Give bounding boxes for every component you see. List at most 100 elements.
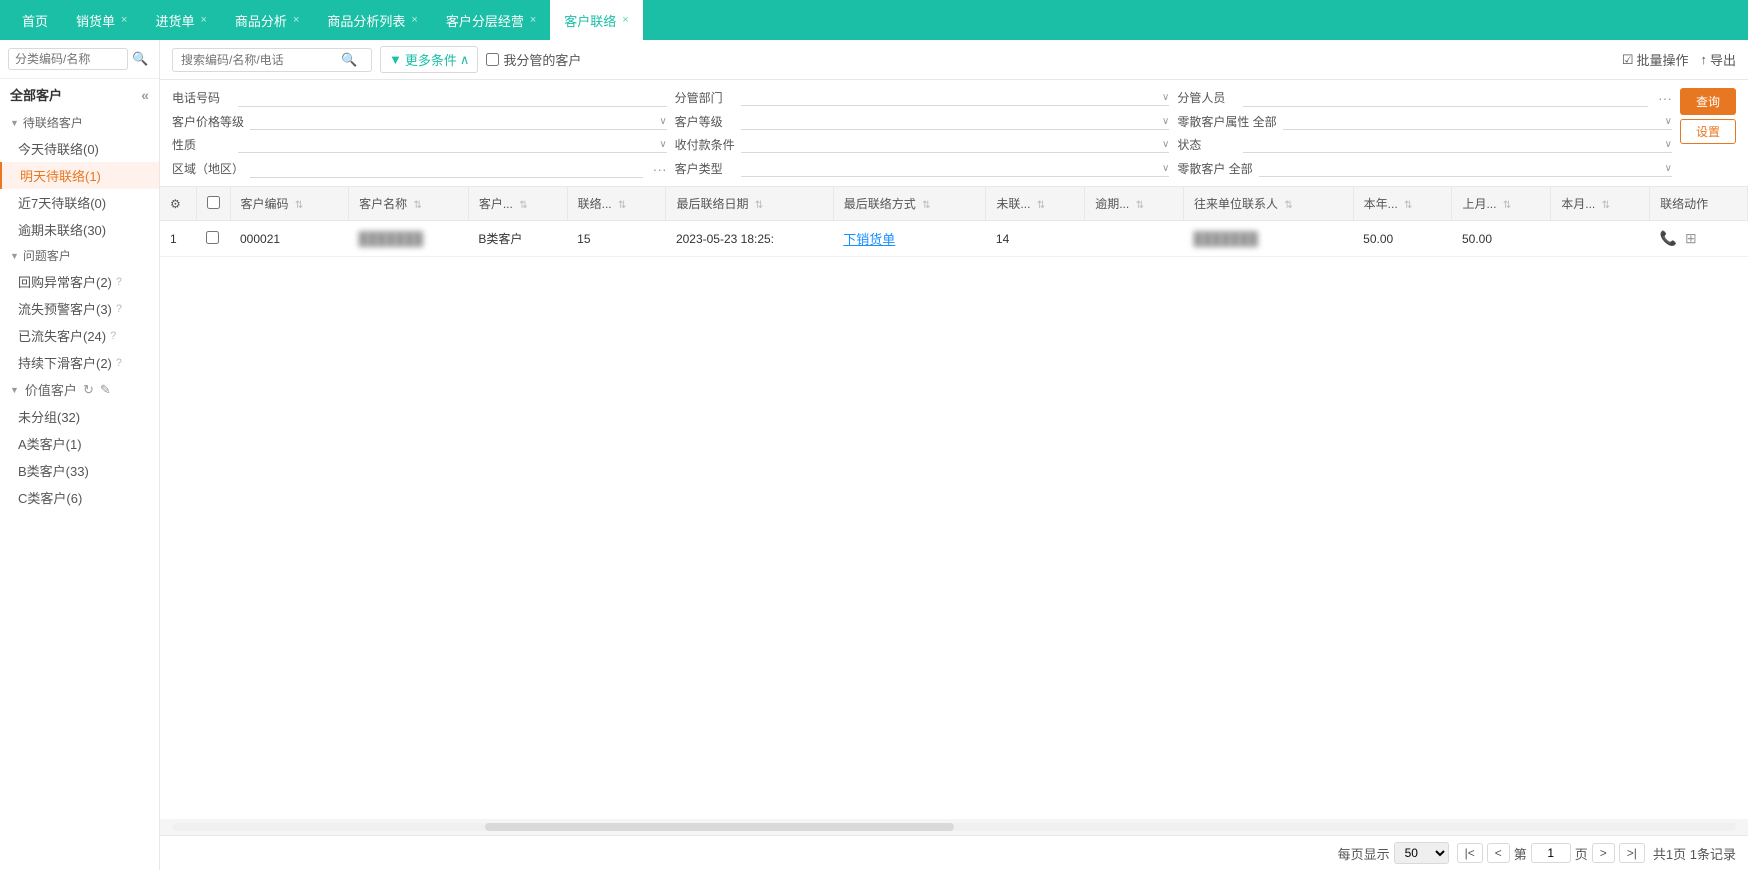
col-last-date[interactable]: 最后联络日期 ⇅ — [666, 187, 833, 221]
cell-uncontacted: 14 — [986, 221, 1085, 257]
close-icon[interactable]: × — [121, 14, 127, 26]
filter-retail-customer: 零散客户 全部 ∨ — [1177, 160, 1672, 177]
cell-this-year: 50.00 — [1353, 221, 1452, 257]
cell-actions: 📞 ⊞ — [1650, 221, 1748, 257]
col-last-month[interactable]: 上月... ⇅ — [1452, 187, 1551, 221]
grid-icon[interactable]: ⊞ — [1685, 230, 1697, 247]
col-type[interactable]: 客户... ⇅ — [468, 187, 567, 221]
sidebar-item-tomorrow-contact[interactable]: 明天待联络(1) — [0, 162, 159, 189]
last-page-btn[interactable]: >| — [1619, 843, 1645, 863]
refresh-icon[interactable]: ↻ — [83, 382, 94, 398]
nav-product-analysis[interactable]: 商品分析 × — [221, 0, 313, 40]
action-icons: 📞 ⊞ — [1660, 230, 1738, 247]
query-button[interactable]: 查询 — [1680, 88, 1736, 115]
nav-customer-stratification[interactable]: 客户分层经营 × — [432, 0, 550, 40]
batch-ops-btn[interactable]: ☑ 批量操作 — [1622, 50, 1689, 69]
select-all-checkbox[interactable] — [207, 196, 220, 209]
filter-area-input[interactable] — [250, 159, 643, 178]
col-settings[interactable]: ⚙ — [160, 187, 196, 221]
help-icon[interactable]: ? — [116, 357, 122, 369]
filter-customer-type-select[interactable]: ∨ — [741, 161, 1170, 177]
close-icon[interactable]: × — [622, 14, 628, 26]
my-customers-checkbox[interactable]: 我分管的客户 — [486, 50, 581, 69]
filter-retail-customer-select[interactable]: ∨ — [1259, 161, 1672, 177]
filter-dept-select[interactable]: ∨ — [741, 90, 1170, 106]
close-icon[interactable]: × — [530, 14, 536, 26]
sidebar-item-declining[interactable]: 持续下滑客户(2) ? — [0, 349, 159, 376]
table-container: ⚙ 客户编码 ⇅ 客户名称 ⇅ 客户... ⇅ 联络... ⇅ 最后联络日期 ⇅… — [160, 187, 1748, 819]
row-checkbox[interactable] — [206, 231, 219, 244]
help-icon[interactable]: ? — [116, 303, 122, 315]
filter-phone-input[interactable] — [238, 88, 667, 107]
sidebar-item-today-contact[interactable]: 今天待联络(0) — [0, 135, 159, 162]
filter-price-level-select[interactable]: ∨ — [250, 114, 667, 130]
sidebar-item-overdue-contact[interactable]: 逾期未联络(30) — [0, 216, 159, 243]
cell-checkbox[interactable] — [196, 221, 230, 257]
more-conditions-btn[interactable]: ▼ 更多条件 ∧ — [380, 46, 478, 73]
sidebar-search-input[interactable] — [8, 48, 128, 70]
col-code[interactable]: 客户编码 ⇅ — [230, 187, 349, 221]
all-customers-title[interactable]: 全部客户 « — [0, 79, 159, 110]
nav-purchase-order[interactable]: 进货单 × — [141, 0, 220, 40]
help-icon[interactable]: ? — [110, 330, 116, 342]
filter-nature-select[interactable]: ∨ — [238, 137, 667, 153]
sidebar-item-class-a[interactable]: A类客户(1) — [0, 430, 159, 457]
col-overdue[interactable]: 逾期... ⇅ — [1085, 187, 1184, 221]
close-icon[interactable]: × — [411, 14, 417, 26]
search-input[interactable] — [181, 53, 341, 67]
close-icon[interactable]: × — [293, 14, 299, 26]
sidebar-item-churn-warning[interactable]: 流失预警客户(3) ? — [0, 295, 159, 322]
filter-customer-level-select[interactable]: ∨ — [741, 114, 1170, 130]
filter-person-input[interactable] — [1243, 88, 1648, 107]
nav-customer-contact[interactable]: 客户联络 × — [550, 0, 642, 40]
col-this-year[interactable]: 本年... ⇅ — [1353, 187, 1452, 221]
phone-icon[interactable]: 📞 — [1660, 230, 1677, 247]
sort-icon: ⇅ — [755, 200, 763, 211]
nav-sales-order[interactable]: 销货单 × — [62, 0, 141, 40]
first-page-btn[interactable]: |< — [1457, 843, 1483, 863]
nav-product-analysis-list[interactable]: 商品分析列表 × — [313, 0, 431, 40]
sidebar-item-churned[interactable]: 已流失客户(24) ? — [0, 322, 159, 349]
export-icon: ↑ — [1700, 52, 1707, 67]
dots-icon[interactable]: ··· — [653, 161, 667, 177]
search-icon[interactable]: 🔍 — [132, 51, 148, 67]
sort-icon: ⇅ — [1037, 200, 1045, 211]
col-uncontacted[interactable]: 未联... ⇅ — [986, 187, 1085, 221]
page-size-select[interactable]: 50 100 200 — [1394, 842, 1449, 864]
col-contacts[interactable]: 联络... ⇅ — [567, 187, 666, 221]
cell-overdue — [1085, 221, 1184, 257]
my-customers-check[interactable] — [486, 53, 499, 66]
page-input[interactable] — [1531, 843, 1571, 863]
filter-retail-attr-select[interactable]: ∨ — [1283, 114, 1672, 130]
checkbox-icon: ☑ — [1622, 52, 1634, 68]
sidebar-item-ungrouped[interactable]: 未分组(32) — [0, 403, 159, 430]
horizontal-scrollbar[interactable] — [172, 823, 1736, 831]
sidebar-item-class-c[interactable]: C类客户(6) — [0, 484, 159, 511]
help-icon[interactable]: ? — [116, 276, 122, 288]
scrollbar-thumb[interactable] — [485, 823, 954, 831]
col-this-month[interactable]: 本月... ⇅ — [1551, 187, 1650, 221]
sidebar-item-repurchase-abnormal[interactable]: 回购异常客户(2) ? — [0, 268, 159, 295]
dots-icon[interactable]: ··· — [1658, 90, 1672, 106]
col-name[interactable]: 客户名称 ⇅ — [349, 187, 469, 221]
prev-page-btn[interactable]: < — [1487, 843, 1510, 863]
next-page-btn[interactable]: > — [1592, 843, 1615, 863]
export-btn[interactable]: ↑ 导出 — [1700, 50, 1736, 69]
sidebar-item-class-b[interactable]: B类客户(33) — [0, 457, 159, 484]
sidebar-item-7day-contact[interactable]: 近7天待联络(0) — [0, 189, 159, 216]
collapse-icon[interactable]: « — [141, 87, 149, 103]
edit-icon[interactable]: ✎ — [100, 382, 111, 398]
filter-status-select[interactable]: ∨ — [1243, 137, 1672, 153]
col-last-method[interactable]: 最后联络方式 ⇅ — [833, 187, 986, 221]
close-icon[interactable]: × — [200, 14, 206, 26]
col-contact-person[interactable]: 往来单位联系人 ⇅ — [1184, 187, 1354, 221]
filter-payment-select[interactable]: ∨ — [741, 137, 1170, 153]
nav-home[interactable]: 首页 — [8, 0, 62, 40]
toolbar-search-box[interactable]: 🔍 — [172, 48, 372, 72]
filter-row-1: 电话号码 分管部门 ∨ 分管人员 ··· — [172, 88, 1672, 107]
cell-last-method[interactable]: 下销货单 — [833, 221, 986, 257]
settings-button[interactable]: 设置 — [1680, 119, 1736, 144]
footer: 每页显示 50 100 200 |< < 第 页 > >| 共1页 1条记录 — [160, 835, 1748, 870]
sort-icon: ⇅ — [1136, 200, 1144, 211]
search-icon[interactable]: 🔍 — [341, 52, 357, 68]
